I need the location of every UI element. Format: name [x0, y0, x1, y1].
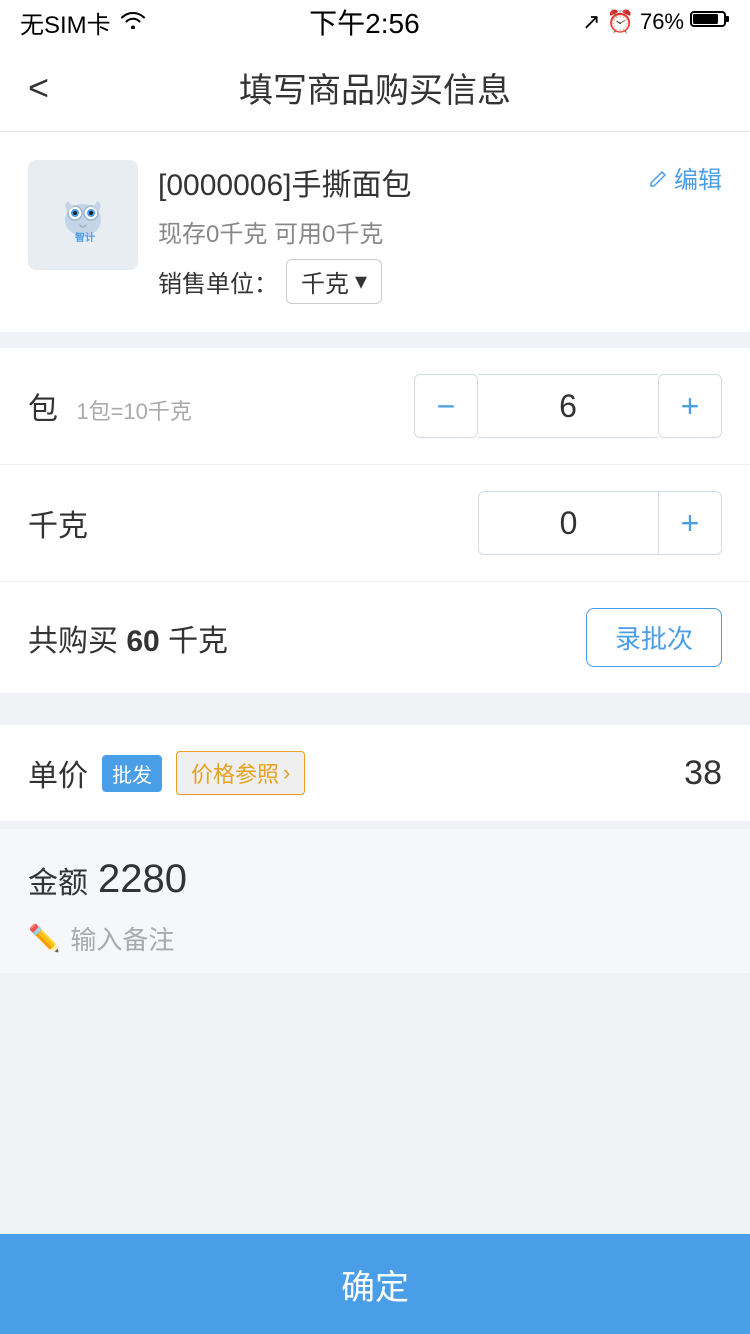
battery-icon: [690, 9, 730, 35]
chevron-down-icon: ▾: [355, 267, 367, 296]
product-card: 智计 [0000006]手撕面包 现存0千克 可用0千克 销售单位： 千克 ▾ …: [0, 132, 750, 332]
amount-value: 2280: [98, 857, 187, 902]
wifi-icon: [119, 8, 147, 36]
carrier-label: 无SIM卡: [20, 5, 111, 40]
package-decrement-button[interactable]: −: [414, 374, 478, 438]
package-hint: 1包=10千克: [76, 399, 192, 424]
svg-text:智计: 智计: [75, 231, 95, 244]
product-unit: 销售单位： 千克 ▾: [158, 259, 628, 304]
note-placeholder: 输入备注: [70, 920, 174, 957]
kilogram-increment-button[interactable]: +: [658, 491, 722, 555]
confirm-button[interactable]: 确定: [0, 1234, 750, 1334]
price-type-tag: 批发: [102, 755, 162, 792]
product-stock: 现存0千克 可用0千克: [158, 214, 628, 249]
package-controls: − +: [414, 374, 722, 438]
package-row: 包 1包=10千克 − +: [0, 348, 750, 465]
note-row[interactable]: ✏️ 输入备注: [28, 920, 722, 957]
status-bar: 无SIM卡 下午2:56 ↗ ⏰ 76%: [0, 0, 750, 44]
amount-label: 金额: [28, 858, 88, 902]
battery-label: 76%: [640, 9, 684, 35]
unit-select[interactable]: 千克 ▾: [286, 259, 382, 304]
product-name: [0000006]手撕面包: [158, 160, 628, 204]
record-batch-button[interactable]: 录批次: [586, 608, 722, 667]
nav-bar: < 填写商品购买信息: [0, 44, 750, 132]
location-icon: ↗: [582, 9, 600, 35]
package-label: 包 1包=10千克: [28, 384, 414, 428]
price-reference-button[interactable]: 价格参照 ›: [176, 751, 305, 795]
total-text: 共购买 60 千克: [28, 616, 228, 660]
back-button[interactable]: <: [28, 67, 49, 109]
status-time: 下午2:56: [309, 2, 420, 42]
price-value: 38: [684, 754, 722, 793]
kilogram-row: 千克 +: [0, 465, 750, 582]
product-info: [0000006]手撕面包 现存0千克 可用0千克 销售单位： 千克 ▾: [158, 160, 628, 304]
unit-label: 销售单位：: [158, 264, 278, 299]
alarm-icon: ⏰: [607, 9, 634, 35]
page-title: 填写商品购买信息: [239, 63, 511, 112]
status-left: 无SIM卡: [20, 5, 147, 40]
package-input[interactable]: [478, 374, 658, 438]
amount-row: 金额 2280: [28, 857, 722, 902]
total-row: 共购买 60 千克 录批次: [0, 582, 750, 693]
product-image: 智计: [28, 160, 138, 270]
price-label: 单价: [28, 751, 88, 795]
quantity-section: 包 1包=10千克 − + 千克 + 共购买 60 千克 录批次: [0, 348, 750, 693]
amount-section: 金额 2280 ✏️ 输入备注: [0, 829, 750, 973]
separator-1: [0, 709, 750, 725]
status-right: ↗ ⏰ 76%: [582, 9, 730, 35]
pencil-icon: ✏️: [28, 923, 60, 954]
edit-button[interactable]: 编辑: [648, 160, 722, 195]
kilogram-input[interactable]: [478, 491, 658, 555]
kilogram-label: 千克: [28, 501, 478, 545]
package-increment-button[interactable]: +: [658, 374, 722, 438]
price-row: 单价 批发 价格参照 › 38: [0, 725, 750, 821]
kilogram-controls: +: [478, 491, 722, 555]
price-section: 单价 批发 价格参照 › 38: [0, 725, 750, 821]
chevron-right-icon: ›: [283, 760, 290, 786]
